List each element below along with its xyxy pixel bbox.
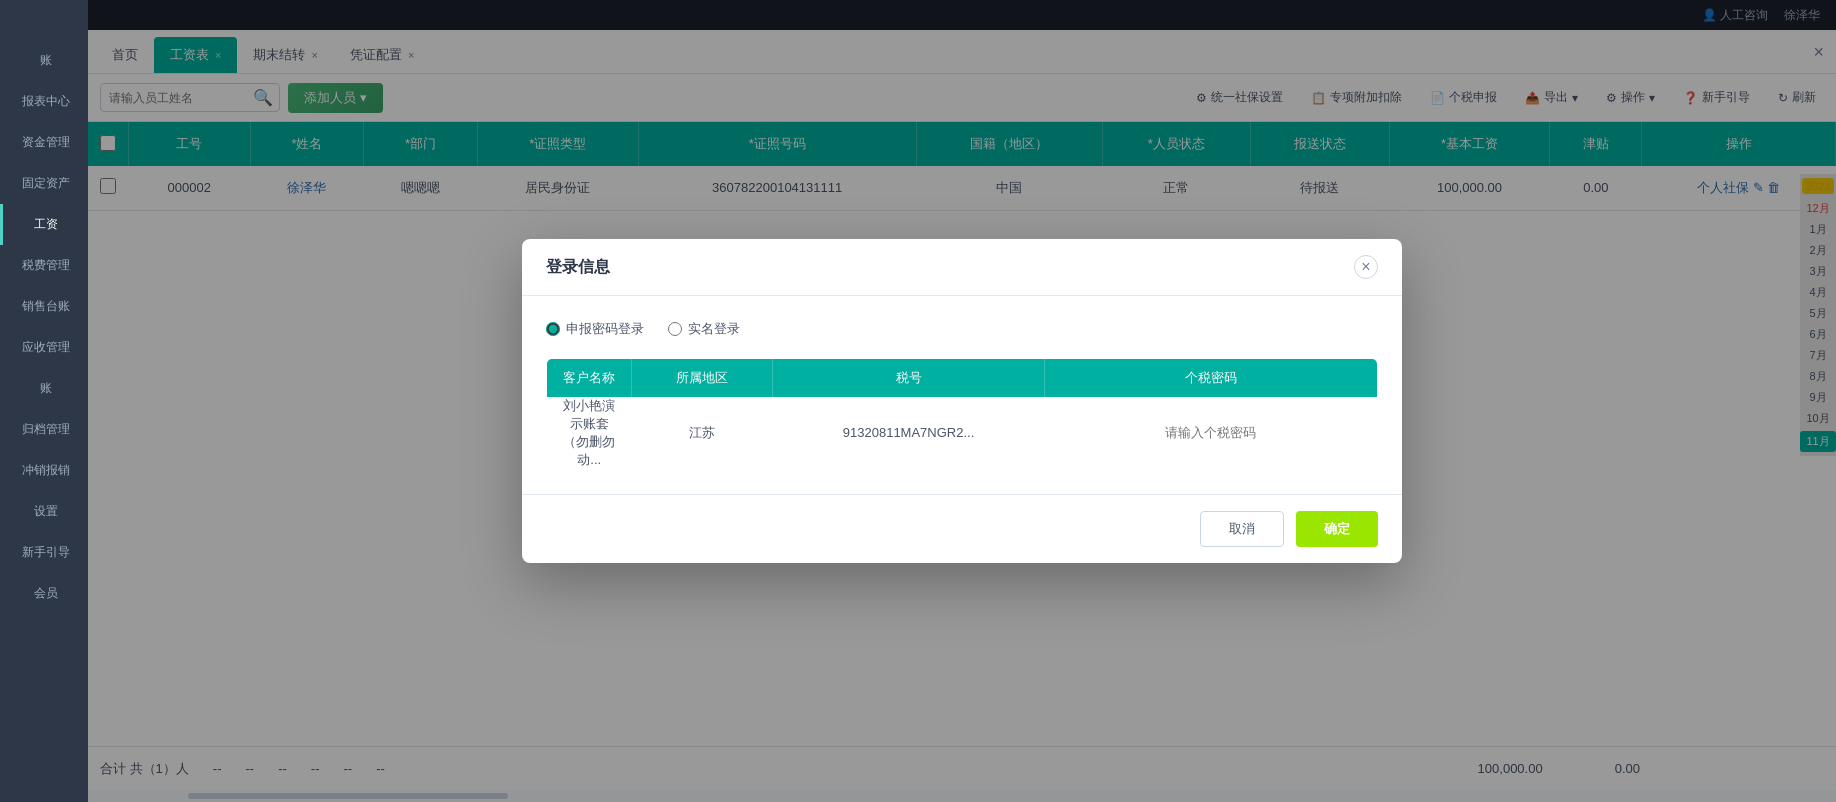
sidebar-item-reimbursement[interactable]: 冲销报销 — [0, 450, 88, 491]
modal-title: 登录信息 — [546, 257, 610, 278]
modal-overlay: 登录信息 × 申报密码登录 实名登录 客户名称 所属地区 — [88, 0, 1836, 802]
radio-password-input[interactable] — [546, 322, 560, 336]
sidebar-item-receivable[interactable]: 应收管理 — [0, 327, 88, 368]
radio-realname-input[interactable] — [668, 322, 682, 336]
modal-footer: 取消 确定 — [522, 494, 1402, 563]
modal-body: 申报密码登录 实名登录 客户名称 所属地区 税号 个税密码 — [522, 296, 1402, 494]
sidebar-item-salary[interactable]: 工资 — [0, 204, 88, 245]
col-tax-id: 税号 — [773, 359, 1045, 397]
col-tax-password: 个税密码 — [1044, 359, 1377, 397]
sidebar-item-sales-ledger[interactable]: 销售台账 — [0, 286, 88, 327]
cell-region: 江苏 — [632, 397, 773, 470]
col-client-name: 客户名称 — [547, 359, 632, 397]
sidebar-item-label: 报表中心 — [11, 93, 80, 110]
sidebar-item-label: 账 — [11, 380, 80, 397]
sidebar-item-guide[interactable]: 新手引导 — [0, 532, 88, 573]
sidebar-item-label: 冲销报销 — [11, 462, 80, 479]
radio-realname-login[interactable]: 实名登录 — [668, 320, 740, 338]
sidebar-item-fund[interactable]: 资金管理 — [0, 122, 88, 163]
radio-password-login[interactable]: 申报密码登录 — [546, 320, 644, 338]
sidebar-item-label: 资金管理 — [11, 134, 80, 151]
col-region: 所属地区 — [632, 359, 773, 397]
sidebar-item-label: 会员 — [11, 585, 80, 602]
login-modal: 登录信息 × 申报密码登录 实名登录 客户名称 所属地区 — [522, 239, 1402, 563]
sidebar-item-archive[interactable]: 归档管理 — [0, 409, 88, 450]
sidebar-item-label: 账 — [11, 52, 80, 69]
sidebar-item-settings[interactable]: 设置 — [0, 491, 88, 532]
sidebar-item-tax[interactable]: 税费管理 — [0, 245, 88, 286]
tax-password-field[interactable] — [1060, 425, 1361, 440]
client-table: 客户名称 所属地区 税号 个税密码 刘小艳演示账套（勿删勿动... 江苏 913… — [546, 358, 1378, 470]
sidebar-item-label: 应收管理 — [11, 339, 80, 356]
sidebar-item-label: 设置 — [11, 503, 80, 520]
sidebar-item-label: 新手引导 — [11, 544, 80, 561]
sidebar-item-asset[interactable]: 固定资产 — [0, 163, 88, 204]
cell-client-name: 刘小艳演示账套（勿删勿动... — [547, 397, 632, 470]
sidebar-item-label: 销售台账 — [11, 298, 80, 315]
cell-tax-id: 91320811MA7NGR2... — [773, 397, 1045, 470]
sidebar-item-ledger2[interactable]: 账 — [0, 368, 88, 409]
cell-tax-password-input[interactable] — [1044, 397, 1377, 470]
sidebar-item-report[interactable]: 报表中心 — [0, 81, 88, 122]
sidebar-item-member[interactable]: 会员 — [0, 573, 88, 614]
login-radio-group: 申报密码登录 实名登录 — [546, 320, 1378, 338]
cancel-button[interactable]: 取消 — [1200, 511, 1284, 547]
sidebar-item-label: 固定资产 — [11, 175, 80, 192]
modal-close-button[interactable]: × — [1354, 255, 1378, 279]
sidebar-item-label: 税费管理 — [11, 257, 80, 274]
sidebar: 账 报表中心 资金管理 固定资产 工资 税费管理 销售台账 应收管理 账 归档管… — [0, 0, 88, 802]
confirm-button[interactable]: 确定 — [1296, 511, 1378, 547]
sidebar-item-account[interactable]: 账 — [0, 40, 88, 81]
modal-header: 登录信息 × — [522, 239, 1402, 296]
sidebar-item-label: 归档管理 — [11, 421, 80, 438]
radio-realname-label: 实名登录 — [688, 320, 740, 338]
radio-password-label: 申报密码登录 — [566, 320, 644, 338]
sidebar-item-label: 工资 — [11, 216, 80, 233]
client-table-row: 刘小艳演示账套（勿删勿动... 江苏 91320811MA7NGR2... — [547, 397, 1378, 470]
